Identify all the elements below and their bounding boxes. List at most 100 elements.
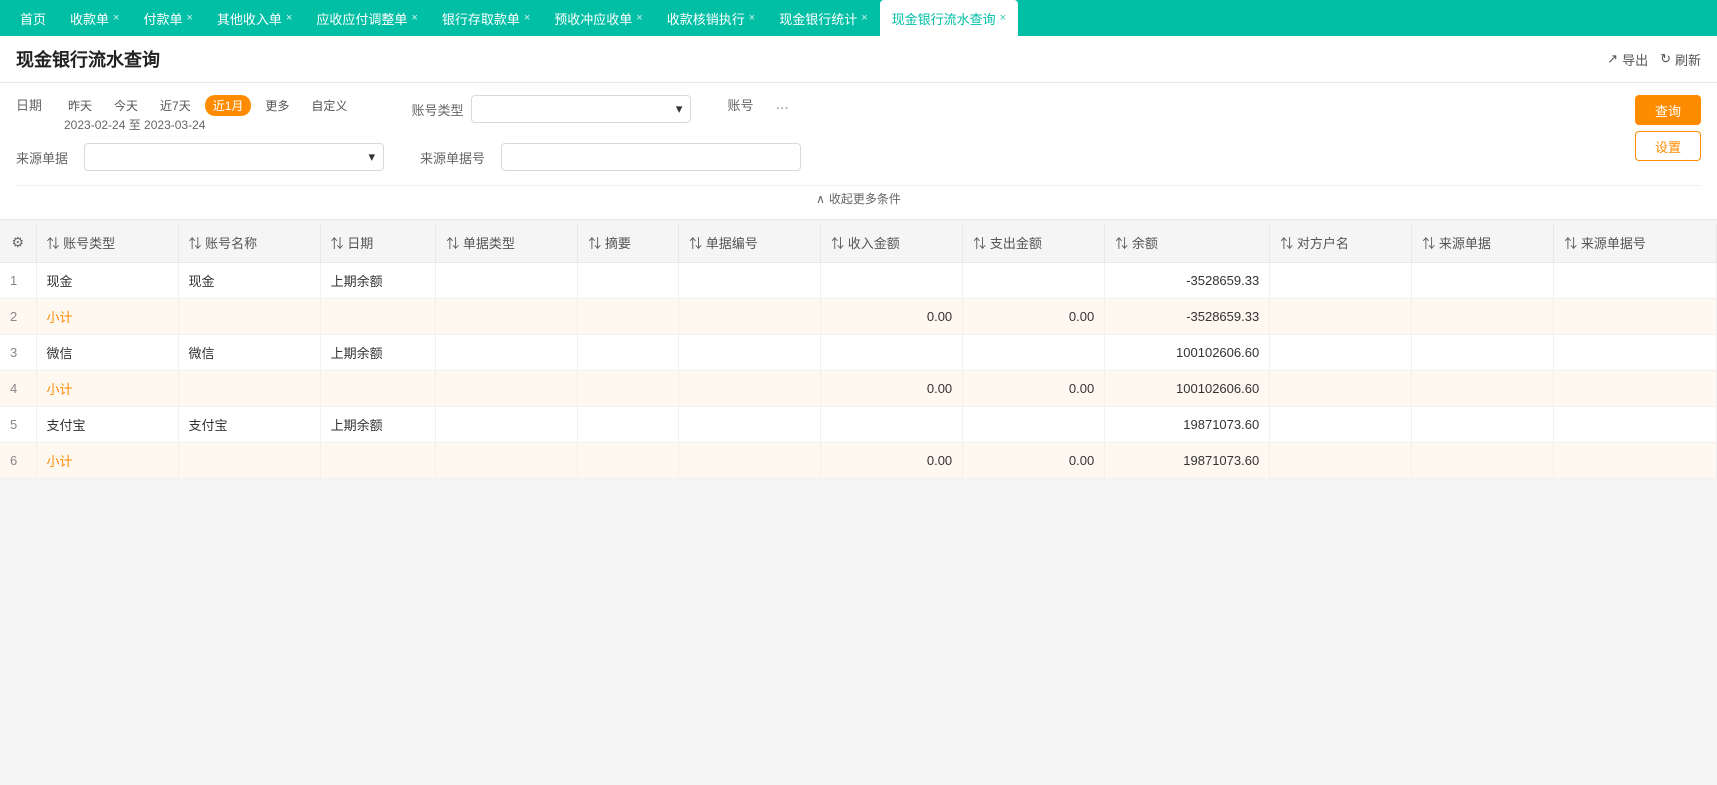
refresh-icon: ↻ (1660, 51, 1671, 67)
cell-counter-party (1270, 298, 1412, 334)
cell-balance: 100102606.60 (1105, 370, 1270, 406)
cell-summary (578, 262, 679, 298)
table-row[interactable]: 3 微信 微信 上期余额 100102606.60 (0, 334, 1717, 370)
col-sort-icon-5[interactable]: ⇅ (588, 236, 601, 251)
refresh-button[interactable]: ↻ 刷新 (1660, 50, 1701, 69)
nav-tab-8[interactable]: 现金银行流水查询 × (880, 0, 1018, 36)
col-sort-icon-4[interactable]: ⇅ (446, 236, 459, 251)
cell-expense (963, 262, 1105, 298)
cell-income: 0.00 (821, 442, 963, 478)
date-option-today[interactable]: 今天 (106, 95, 146, 116)
cell-doc-type (436, 406, 578, 442)
nav-tab-3[interactable]: 应收应付调整单 × (304, 0, 429, 36)
collapse-bar[interactable]: ∧ 收起更多条件 (16, 185, 1701, 211)
cell-summary (578, 442, 679, 478)
cell-summary (578, 406, 679, 442)
source-doc-num-input[interactable] (501, 143, 801, 171)
date-option-yesterday[interactable]: 昨天 (60, 95, 100, 116)
table-row[interactable]: 5 支付宝 支付宝 上期余额 19871073.60 (0, 406, 1717, 442)
close-icon-1[interactable]: × (186, 12, 192, 24)
nav-tab-2[interactable]: 其他收入单 × (205, 0, 304, 36)
cell-doc-type (436, 334, 578, 370)
cell-date (320, 298, 436, 334)
cell-expense (963, 406, 1105, 442)
nav-tab-0[interactable]: 收款单 × (58, 0, 131, 36)
settings-button[interactable]: 设置 (1635, 131, 1701, 161)
column-date: ⇅ 日期 (320, 224, 436, 262)
cell-source-doc-num (1554, 298, 1717, 334)
col-sort-icon-8[interactable]: ⇅ (973, 236, 986, 251)
cell-account-name: 现金 (178, 262, 320, 298)
close-icon-7[interactable]: × (861, 12, 867, 24)
cell-balance: -3528659.33 (1105, 298, 1270, 334)
close-icon-5[interactable]: × (636, 12, 642, 24)
cell-date: 上期余额 (320, 406, 436, 442)
close-icon-8[interactable]: × (1000, 12, 1006, 24)
account-type-select[interactable]: ▾ (471, 95, 691, 123)
col-sort-icon-6[interactable]: ⇅ (689, 236, 702, 251)
cell-source-doc-num (1554, 442, 1717, 478)
column-source-doc: ⇅ 来源单据 (1412, 224, 1554, 262)
date-option-more[interactable]: 更多 (257, 95, 297, 116)
cell-account-name (178, 298, 320, 334)
cell-doc-number (679, 334, 821, 370)
nav-tab-5[interactable]: 预收冲应收单 × (542, 0, 654, 36)
close-icon-2[interactable]: × (286, 12, 292, 24)
cell-num: 2 (0, 298, 36, 334)
cell-account-type: 小计 (36, 298, 178, 334)
cell-doc-number (679, 262, 821, 298)
top-navigation: 首页 收款单 × 付款单 × 其他收入单 × 应收应付调整单 × 银行存取款单 … (0, 0, 1717, 36)
gear-icon[interactable]: ⚙ (11, 234, 24, 250)
cell-source-doc (1412, 334, 1554, 370)
cell-source-doc-num (1554, 262, 1717, 298)
nav-tab-1[interactable]: 付款单 × (131, 0, 204, 36)
close-icon-4[interactable]: × (524, 12, 530, 24)
cell-date: 上期余额 (320, 262, 436, 298)
date-option-7days[interactable]: 近7天 (152, 95, 199, 116)
cell-counter-party (1270, 406, 1412, 442)
export-button[interactable]: ↗ 导出 (1607, 50, 1648, 69)
cell-balance: 100102606.60 (1105, 334, 1270, 370)
account-ellipsis[interactable]: ... (771, 96, 792, 114)
cell-account-type: 小计 (36, 370, 178, 406)
nav-tab-7[interactable]: 现金银行统计 × (767, 0, 879, 36)
col-sort-icon-7[interactable]: ⇅ (831, 236, 844, 251)
cell-date (320, 442, 436, 478)
query-button[interactable]: 查询 (1635, 95, 1701, 125)
col-sort-icon-11[interactable]: ⇅ (1422, 236, 1435, 251)
col-sort-icon-9[interactable]: ⇅ (1115, 236, 1128, 251)
nav-home[interactable]: 首页 (8, 0, 58, 36)
close-icon-0[interactable]: × (113, 12, 119, 24)
table-row[interactable]: 2 小计 0.00 0.00 -3528659.33 (0, 298, 1717, 334)
cell-summary (578, 298, 679, 334)
col-sort-icon-2[interactable]: ⇅ (189, 236, 202, 251)
table-row[interactable]: 1 现金 现金 上期余额 -3528659.33 (0, 262, 1717, 298)
cell-balance: 19871073.60 (1105, 406, 1270, 442)
date-range-display: 2023-02-24 至 2023-03-24 (64, 116, 355, 133)
cell-income: 0.00 (821, 370, 963, 406)
col-sort-icon-12[interactable]: ⇅ (1564, 236, 1577, 251)
cell-doc-number (679, 370, 821, 406)
date-option-custom[interactable]: 自定义 (303, 95, 355, 116)
col-sort-icon[interactable]: ⇅ (47, 236, 60, 251)
data-table: ⚙ ⇅ 账号类型 ⇅ 账号名称 ⇅ 日期 ⇅ 单据类型 (0, 224, 1717, 479)
cell-num: 3 (0, 334, 36, 370)
date-label: 日期 (16, 95, 52, 114)
close-icon-6[interactable]: × (749, 12, 755, 24)
column-account-type: ⇅ 账号类型 (36, 224, 178, 262)
close-icon-3[interactable]: × (411, 12, 417, 24)
column-gear: ⚙ (0, 224, 36, 262)
source-doc-select[interactable]: ▾ (84, 143, 384, 171)
col-sort-icon-3[interactable]: ⇅ (331, 236, 344, 251)
nav-tab-4[interactable]: 银行存取款单 × (430, 0, 542, 36)
table-row[interactable]: 6 小计 0.00 0.00 19871073.60 (0, 442, 1717, 478)
cell-doc-number (679, 442, 821, 478)
table-row[interactable]: 4 小计 0.00 0.00 100102606.60 (0, 370, 1717, 406)
cell-expense: 0.00 (963, 442, 1105, 478)
cell-doc-type (436, 298, 578, 334)
col-sort-icon-10[interactable]: ⇅ (1280, 236, 1293, 251)
chevron-up-icon: ∧ (816, 192, 825, 206)
nav-tab-6[interactable]: 收款核销执行 × (655, 0, 767, 36)
date-option-1month[interactable]: 近1月 (205, 95, 252, 116)
cell-summary (578, 334, 679, 370)
